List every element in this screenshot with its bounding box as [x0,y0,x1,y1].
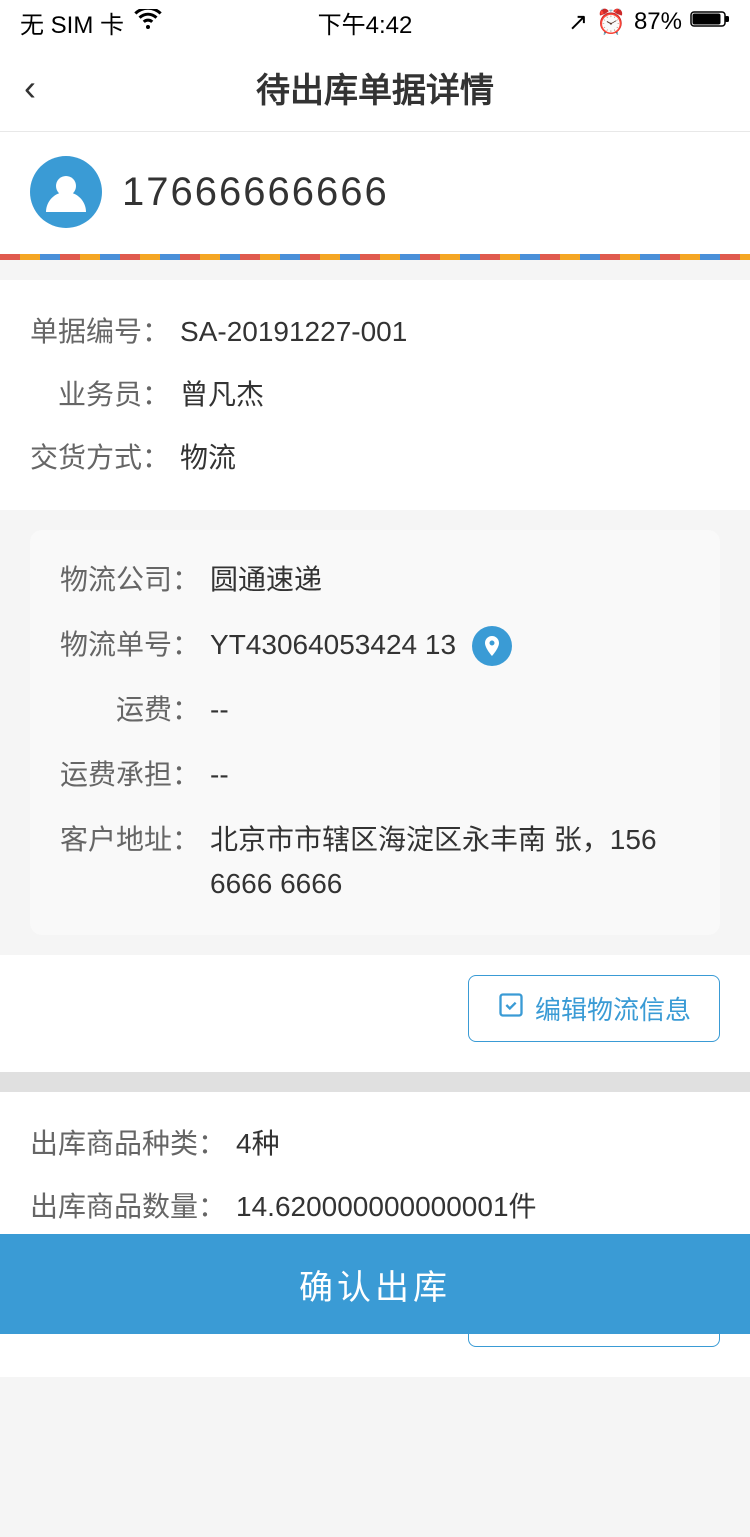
freight-bearer-label: 运费承担： [60,753,200,798]
edit-logistics-label: 编辑物流信息 [535,990,691,1027]
basic-info-section: 单据编号： SA-20191227-001 业务员： 曾凡杰 交货方式： 物流 [0,280,750,510]
edit-btn-container: 编辑物流信息 [0,955,750,1072]
freight-row: 运费： -- [60,688,690,733]
freight-value: -- [210,688,690,733]
salesperson-row: 业务员： 曾凡杰 [30,373,720,418]
logistics-section: 物流公司： 圆通速递 物流单号： YT43064053424 13 运费： --… [30,530,720,935]
salesperson-value: 曾凡杰 [180,373,720,418]
logistics-company-row: 物流公司： 圆通速递 [60,558,690,603]
delivery-method-value: 物流 [180,436,720,481]
user-header: 17666666666 [0,132,750,252]
freight-bearer-row: 运费承担： -- [60,753,690,798]
goods-category-row: 出库商品种类： 4种 [30,1122,720,1167]
status-time: 下午4:42 [318,5,413,40]
address-row: 客户地址： 北京市市辖区海淀区永丰南 张，156 6666 6666 [60,818,690,908]
goods-quantity-row: 出库商品数量： 14.620000000000001件 [30,1185,720,1230]
wifi-icon [134,8,162,36]
document-no-label: 单据编号： [30,310,170,355]
tracking-no-row: 物流单号： YT43064053424 13 [60,623,690,668]
user-phone: 17666666666 [122,170,389,215]
goods-quantity-label: 出库商品数量： [30,1185,226,1230]
goods-category-label: 出库商品种类： [30,1122,226,1167]
avatar [30,156,102,228]
delivery-method-row: 交货方式： 物流 [30,436,720,481]
battery-icon [690,8,730,36]
address-label: 客户地址： [60,818,200,863]
confirm-outbound-button[interactable]: 确认出库 [0,1234,750,1334]
alarm-icon: ⏰ [596,8,626,37]
bottom-spacer [0,1377,750,1537]
track-location-button[interactable] [472,626,512,666]
freight-bearer-value: -- [210,753,690,798]
page-title: 待出库单据详情 [256,63,494,112]
location-status-icon: ↗ [568,8,588,37]
delivery-method-label: 交货方式： [30,436,170,481]
goods-category-value: 4种 [236,1122,280,1167]
status-left: 无 SIM 卡 [20,5,162,40]
separator [0,1072,750,1092]
edit-logistics-button[interactable]: 编辑物流信息 [468,975,720,1042]
back-button[interactable]: ‹ [24,67,36,109]
confirm-outbound-label: 确认出库 [299,1260,451,1309]
document-no-row: 单据编号： SA-20191227-001 [30,310,720,355]
edit-icon [497,991,525,1026]
freight-label: 运费： [60,688,200,733]
nav-bar: ‹ 待出库单据详情 [0,44,750,132]
logistics-company-label: 物流公司： [60,558,200,603]
address-value: 北京市市辖区海淀区永丰南 张，156 6666 6666 [210,818,690,908]
logistics-company-value: 圆通速递 [210,558,690,603]
battery-label: 87% [634,8,682,36]
goods-quantity-value: 14.620000000000001件 [236,1185,537,1230]
tracking-no-value: YT43064053424 13 [210,623,690,668]
document-no-value: SA-20191227-001 [180,310,720,355]
dashed-divider [0,252,750,260]
status-right: ↗ ⏰ 87% [568,8,730,37]
carrier-label: 无 SIM 卡 [20,5,124,40]
status-bar: 无 SIM 卡 下午4:42 ↗ ⏰ 87% [0,0,750,44]
tracking-no-label: 物流单号： [60,623,200,668]
salesperson-label: 业务员： [30,373,170,418]
